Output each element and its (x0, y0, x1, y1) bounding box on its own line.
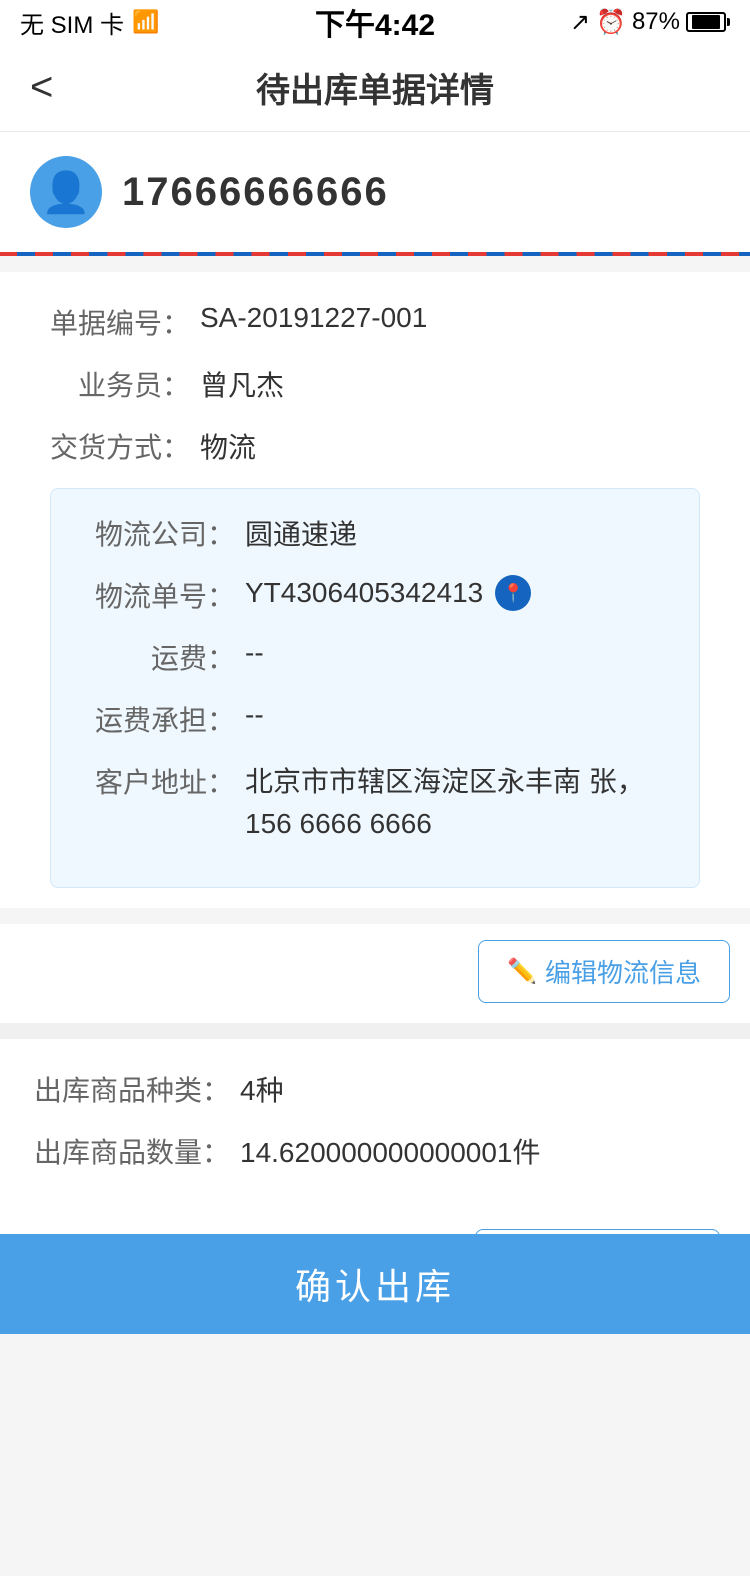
goods-quantity-row: 出库商品数量： 14.620000000000001件 (30, 1131, 720, 1171)
document-info-section: 单据编号： SA-20191227-001 业务员： 曾凡杰 交货方式： 物流 … (0, 272, 750, 908)
alarm-icon: ⏰ (596, 8, 626, 37)
user-icon: 👤 (41, 169, 91, 216)
document-number-label: 单据编号： (30, 302, 190, 342)
edit-logistics-button[interactable]: ✏️ 编辑物流信息 (478, 940, 730, 1003)
status-time: 下午4:42 (315, 0, 435, 44)
freight-label: 运费： (75, 637, 235, 677)
logistics-company-value: 圆通速递 (235, 513, 675, 553)
confirm-btn-text[interactable]: 确认出库 (295, 1258, 455, 1310)
logistics-tracking-row: 物流单号： YT4306405342413 📍 (75, 575, 675, 615)
document-number-row: 单据编号： SA-20191227-001 (30, 302, 720, 342)
address-value: 北京市市辖区海淀区永丰南 张，156 6666 6666 (235, 761, 675, 845)
salesman-row: 业务员： 曾凡杰 (30, 364, 720, 404)
logistics-tracking-value: YT4306405342413 📍 (235, 575, 675, 611)
page-spacer (0, 1316, 750, 1476)
logistics-section: 物流公司： 圆通速递 物流单号： YT4306405342413 📍 运费： -… (50, 488, 700, 888)
goods-section: 出库商品种类： 4种 出库商品数量： 14.620000000000001件 (0, 1039, 750, 1213)
salesman-value: 曾凡杰 (190, 364, 720, 404)
address-row: 客户地址： 北京市市辖区海淀区永丰南 张，156 6666 6666 (75, 761, 675, 845)
battery-icon (686, 12, 726, 32)
status-bar: 无 SIM 卡 📶 下午4:42 ↗ ⏰ 87% (0, 0, 750, 44)
freight-bear-label: 运费承担： (75, 699, 235, 739)
edit-icon: ✏️ (507, 957, 537, 986)
freight-bear-row: 运费承担： -- (75, 699, 675, 739)
goods-types-label: 出库商品种类： (30, 1069, 230, 1109)
section-divider (0, 1023, 750, 1039)
location-icon: ↗ (570, 8, 590, 37)
goods-quantity-label: 出库商品数量： (30, 1131, 230, 1171)
goods-types-row: 出库商品种类： 4种 (30, 1069, 720, 1109)
freight-row: 运费： -- (75, 637, 675, 677)
confirm-btn-bar[interactable]: 确认出库 (0, 1234, 750, 1334)
back-button[interactable]: < (30, 65, 53, 110)
carrier-text: 无 SIM 卡 (20, 5, 124, 40)
battery-text: 87% (632, 8, 680, 36)
salesman-label: 业务员： (30, 364, 190, 404)
goods-types-value: 4种 (230, 1069, 284, 1109)
customer-header: 👤 17666666666 (0, 132, 750, 256)
delivery-value: 物流 (190, 426, 720, 466)
logistics-company-row: 物流公司： 圆通速递 (75, 513, 675, 553)
edit-btn-row: ✏️ 编辑物流信息 (0, 924, 750, 1023)
freight-bear-value: -- (235, 699, 675, 731)
customer-phone: 17666666666 (122, 170, 389, 215)
delivery-row: 交货方式： 物流 (30, 426, 720, 466)
address-label: 客户地址： (75, 761, 235, 801)
nav-bar: < 待出库单据详情 (0, 44, 750, 132)
status-right: ↗ ⏰ 87% (570, 8, 730, 37)
page-title: 待出库单据详情 (256, 63, 494, 112)
delivery-label: 交货方式： (30, 426, 190, 466)
status-left: 无 SIM 卡 📶 (20, 5, 159, 40)
logistics-company-label: 物流公司： (75, 513, 235, 553)
wifi-icon: 📶 (132, 9, 159, 35)
avatar: 👤 (30, 156, 102, 228)
document-number-value: SA-20191227-001 (190, 302, 720, 334)
logistics-tracking-label: 物流单号： (75, 575, 235, 615)
freight-value: -- (235, 637, 675, 669)
location-map-icon[interactable]: 📍 (495, 575, 531, 611)
goods-quantity-value: 14.620000000000001件 (230, 1131, 541, 1171)
